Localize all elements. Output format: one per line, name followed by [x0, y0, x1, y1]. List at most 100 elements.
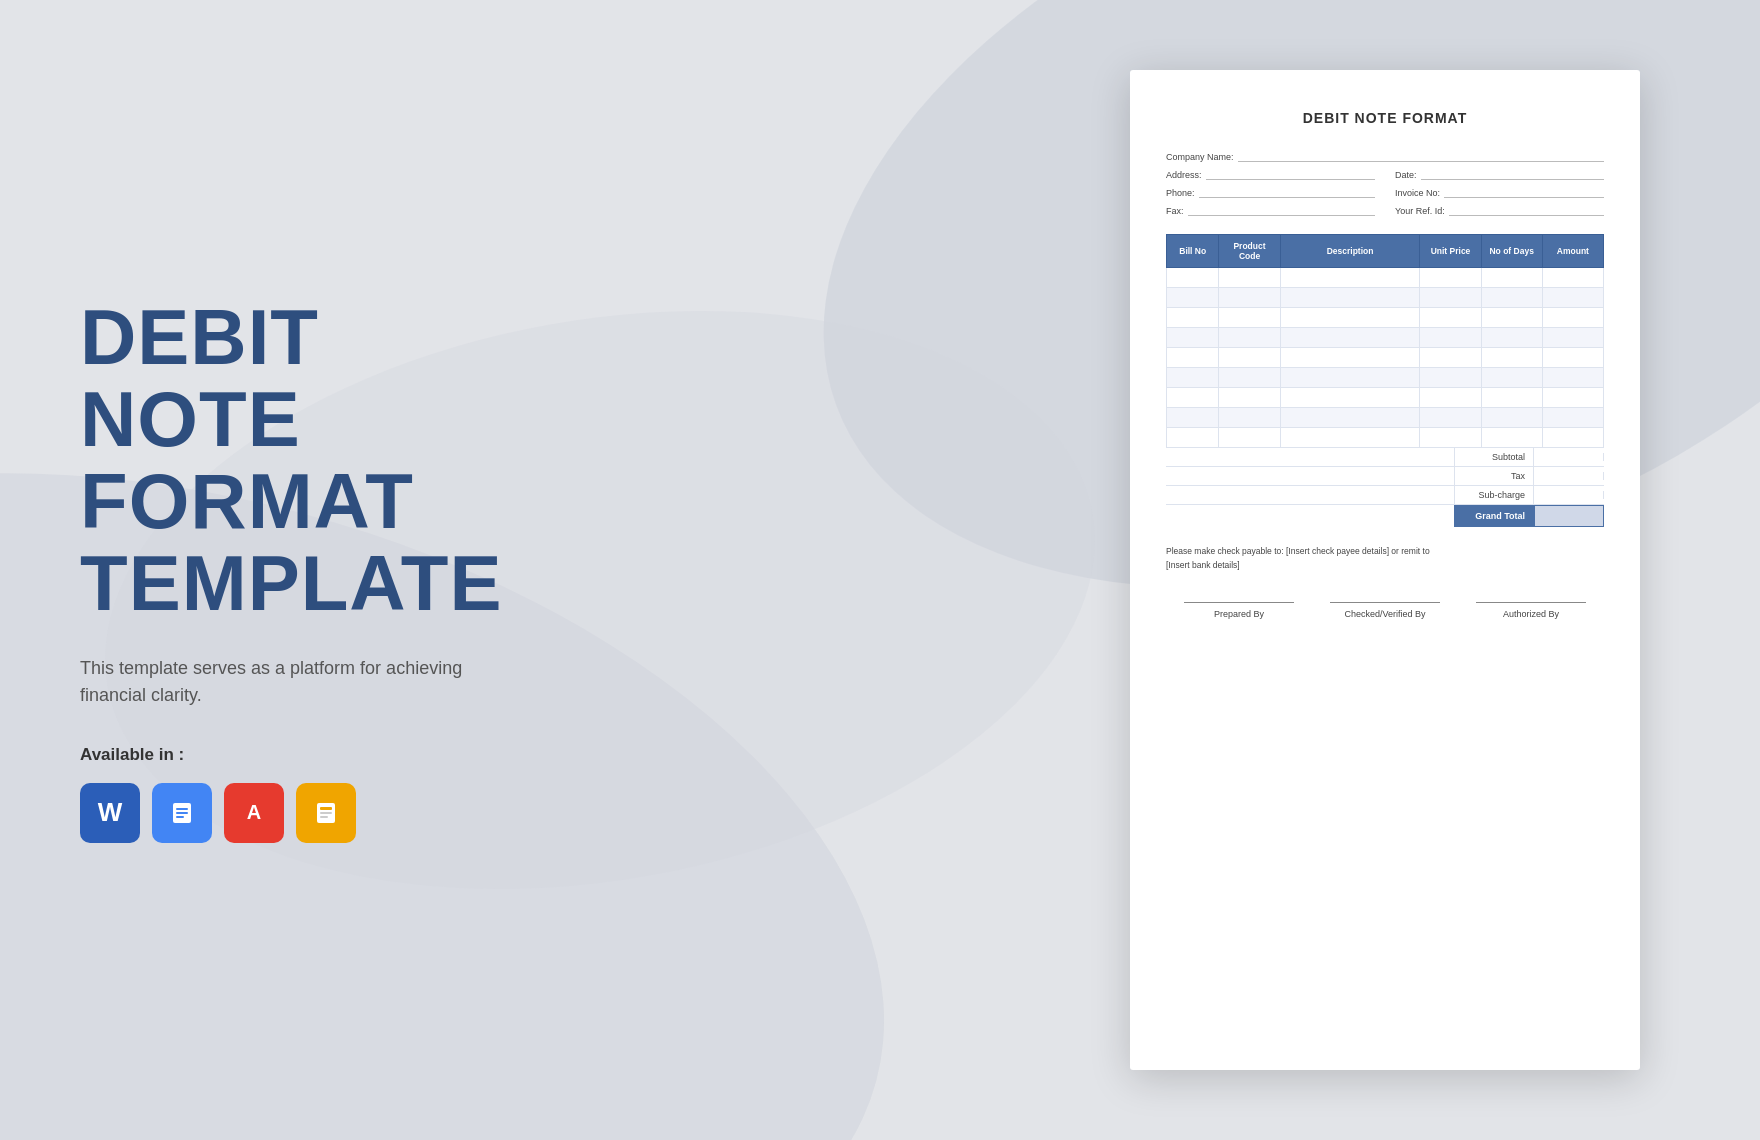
- table-cell: [1542, 288, 1603, 308]
- prepared-by-label: Prepared By: [1214, 609, 1264, 619]
- col-no-of-days: No of Days: [1481, 235, 1542, 268]
- table-cell: [1542, 428, 1603, 448]
- svg-rect-6: [176, 812, 188, 814]
- table-cell: [1280, 388, 1420, 408]
- authorized-by-signature: Authorized By: [1458, 602, 1604, 619]
- invoice-line: [1444, 184, 1604, 198]
- table-cell: [1420, 428, 1481, 448]
- svg-rect-10: [320, 812, 332, 814]
- table-cell: [1542, 408, 1603, 428]
- table-cell: [1420, 308, 1481, 328]
- info-section: Company Name: Address: Date: Phone: Invo…: [1166, 148, 1604, 216]
- table-cell: [1420, 388, 1481, 408]
- table-cell: [1167, 328, 1219, 348]
- prepared-by-signature: Prepared By: [1166, 602, 1312, 619]
- col-description: Description: [1280, 235, 1420, 268]
- table-cell: [1167, 348, 1219, 368]
- fax-item: Fax:: [1166, 202, 1375, 216]
- signature-section: Prepared By Checked/Verified By Authoriz…: [1166, 602, 1604, 619]
- subtitle-text: This template serves as a platform for a…: [80, 655, 480, 709]
- subcharge-label: Sub-charge: [1454, 486, 1534, 504]
- table-cell: [1542, 328, 1603, 348]
- subcharge-row: Sub-charge: [1166, 486, 1604, 505]
- table-cell: [1542, 268, 1603, 288]
- col-bill-no: Bill No: [1167, 235, 1219, 268]
- table-cell: [1167, 428, 1219, 448]
- company-name-label: Company Name:: [1166, 152, 1234, 162]
- app-icons-row: W A: [80, 783, 570, 843]
- table-cell: [1280, 308, 1420, 328]
- table-cell: [1219, 348, 1280, 368]
- grand-total-row: Grand Total: [1166, 505, 1604, 527]
- address-label: Address:: [1166, 170, 1202, 180]
- table-cell: [1219, 428, 1280, 448]
- table-cell: [1481, 268, 1542, 288]
- word-icon[interactable]: W: [80, 783, 140, 843]
- phone-line: [1199, 184, 1375, 198]
- table-cell: [1167, 268, 1219, 288]
- refid-line: [1449, 202, 1604, 216]
- table-cell: [1219, 328, 1280, 348]
- pages-icon[interactable]: [296, 783, 356, 843]
- date-line: [1421, 166, 1604, 180]
- authorized-by-line: [1476, 602, 1586, 603]
- phone-invoice-row: Phone: Invoice No:: [1166, 184, 1604, 198]
- refid-item: Your Ref. Id:: [1395, 202, 1604, 216]
- address-line: [1206, 166, 1375, 180]
- subcharge-value: [1534, 491, 1604, 499]
- company-name-row: Company Name:: [1166, 148, 1604, 162]
- table-cell: [1420, 348, 1481, 368]
- table-cell: [1280, 428, 1420, 448]
- grand-total-value: [1534, 505, 1604, 527]
- subtotal-row: Subtotal: [1166, 448, 1604, 467]
- prepared-by-line: [1184, 602, 1294, 603]
- table-cell: [1542, 348, 1603, 368]
- table-cell: [1420, 268, 1481, 288]
- payment-note: Please make check payable to: [Insert ch…: [1166, 545, 1604, 572]
- svg-rect-5: [176, 808, 188, 810]
- date-item: Date:: [1395, 166, 1604, 180]
- table-cell: [1420, 368, 1481, 388]
- subtotal-label: Subtotal: [1454, 448, 1534, 466]
- tax-label: Tax: [1454, 467, 1534, 485]
- google-docs-icon[interactable]: [152, 783, 212, 843]
- table-cell: [1167, 368, 1219, 388]
- table-cell: [1167, 308, 1219, 328]
- table-cell: [1219, 368, 1280, 388]
- svg-rect-11: [320, 816, 328, 818]
- table-cell: [1481, 428, 1542, 448]
- totals-section: Subtotal Tax Sub-charge Grand Total: [1166, 448, 1604, 527]
- table-cell: [1481, 308, 1542, 328]
- svg-rect-9: [320, 807, 332, 810]
- table-cell: [1167, 408, 1219, 428]
- fax-label: Fax:: [1166, 206, 1184, 216]
- checked-verified-signature: Checked/Verified By: [1312, 602, 1458, 619]
- table-cell: [1420, 288, 1481, 308]
- main-title: DEBIT NOTE FORMAT TEMPLATE: [80, 297, 570, 625]
- table-cell: [1280, 368, 1420, 388]
- left-panel: DEBIT NOTE FORMAT TEMPLATE This template…: [0, 0, 650, 1140]
- col-unit-price: Unit Price: [1420, 235, 1481, 268]
- table-cell: [1219, 408, 1280, 428]
- table-cell: [1542, 308, 1603, 328]
- company-name-item: Company Name:: [1166, 148, 1604, 162]
- table-cell: [1280, 328, 1420, 348]
- pdf-icon[interactable]: A: [224, 783, 284, 843]
- company-name-line: [1238, 148, 1604, 162]
- phone-item: Phone:: [1166, 184, 1375, 198]
- document-panel: DEBIT NOTE FORMAT Company Name: Address:…: [1130, 70, 1640, 1070]
- address-date-row: Address: Date:: [1166, 166, 1604, 180]
- date-label: Date:: [1395, 170, 1417, 180]
- table-cell: [1280, 268, 1420, 288]
- subtotal-value: [1534, 453, 1604, 461]
- table-cell: [1280, 408, 1420, 428]
- table-cell: [1481, 408, 1542, 428]
- document-title: DEBIT NOTE FORMAT: [1166, 110, 1604, 126]
- authorized-by-label: Authorized By: [1503, 609, 1559, 619]
- table-cell: [1219, 308, 1280, 328]
- table-cell: [1481, 388, 1542, 408]
- address-item: Address:: [1166, 166, 1375, 180]
- available-label: Available in :: [80, 745, 570, 765]
- tax-row: Tax: [1166, 467, 1604, 486]
- table-cell: [1542, 388, 1603, 408]
